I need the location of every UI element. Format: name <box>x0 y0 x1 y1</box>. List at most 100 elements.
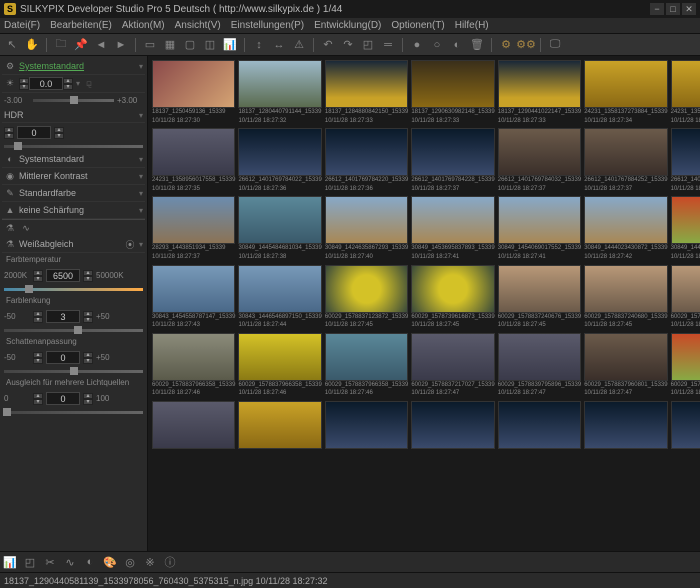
thumbnail-item[interactable]: 60029_1578837966358_15339 10/11/28 18:27… <box>671 333 700 398</box>
lens-icon[interactable]: ◎ <box>122 554 138 570</box>
thumbnail-image[interactable] <box>152 196 235 244</box>
thumbnail-item[interactable]: 24231_1358137278842_15339 10/11/28 18:27… <box>671 60 700 125</box>
grid-icon[interactable]: ▦ <box>162 37 178 53</box>
chevron-down-icon[interactable]: ▾ <box>76 79 80 88</box>
thumbnail-image[interactable] <box>238 60 321 108</box>
mark-3-icon[interactable]: ◐ <box>449 37 465 53</box>
trash-icon[interactable]: 🗑 <box>469 37 485 53</box>
picker-icon[interactable]: ⦿ <box>124 238 136 250</box>
opt-color[interactable]: Standardfarbe <box>19 188 136 198</box>
thumbnail-image[interactable] <box>411 401 494 449</box>
thumbnail-image[interactable] <box>498 265 581 313</box>
thumbnail-item[interactable]: 30843_1454558787147_15339 10/11/28 18:27… <box>152 265 235 330</box>
opt-sharpen[interactable]: keine Schärfung <box>19 205 136 215</box>
thumbnail-image[interactable] <box>584 265 667 313</box>
thumbnail-item[interactable]: 30849_1453695837893_15339 10/11/28 18:27… <box>411 196 494 261</box>
thumbnail-image[interactable] <box>671 128 700 176</box>
crop-icon[interactable]: ◰ <box>360 37 376 53</box>
thumbnail-item[interactable]: 18137_1250459136_15339 10/11/28 18:27:30 <box>152 60 235 125</box>
temp-slider[interactable] <box>4 288 143 291</box>
close-button[interactable]: ✕ <box>682 3 696 15</box>
info-icon[interactable]: ⓘ <box>162 554 178 570</box>
curve-icon[interactable]: ∿ <box>62 554 78 570</box>
thumbnail-item[interactable]: 60029_1578837966358_15339 10/11/28 18:27… <box>325 333 408 398</box>
thumbnail-item[interactable]: 24231_1358137273884_15339 10/11/28 18:27… <box>584 60 667 125</box>
toggle-b-icon[interactable]: ↔ <box>271 37 287 53</box>
thumbnail-image[interactable] <box>584 333 667 381</box>
chevron-down-icon[interactable]: ▾ <box>139 62 143 71</box>
lock-icon[interactable]: ⚼ <box>83 78 95 90</box>
menu-optionen[interactable]: Optionen(T) <box>391 20 444 31</box>
level-icon[interactable]: ═ <box>380 37 396 53</box>
thumbnail-image[interactable] <box>411 128 494 176</box>
thumbnail-item[interactable]: 60029_1578739616873_15339 10/11/28 18:27… <box>411 265 494 330</box>
thumbnail-image[interactable] <box>325 265 408 313</box>
chevron-down-icon[interactable]: ▾ <box>139 111 143 120</box>
brush-icon[interactable]: ✎ <box>4 187 16 199</box>
thumbnail-item[interactable]: 26612_1401767884203_15339 10/11/28 18:27… <box>671 128 700 193</box>
hdr-down[interactable]: ▾ <box>4 133 14 139</box>
thumbnail-image[interactable] <box>152 60 235 108</box>
rotate-right-icon[interactable]: ↷ <box>340 37 356 53</box>
thumbnail-item[interactable] <box>584 401 667 453</box>
thumbnail-item[interactable]: 60029_1578837966358_15339 10/11/28 18:27… <box>152 333 235 398</box>
thumbnail-item[interactable]: 60029_1578837240680_15339 10/11/28 18:27… <box>584 265 667 330</box>
thumbnail-image[interactable] <box>325 196 408 244</box>
temp-value[interactable]: 6500 <box>46 269 80 282</box>
minimize-button[interactable]: − <box>650 3 664 15</box>
gear-icon[interactable]: ⚙ <box>4 60 16 72</box>
thumbnail-item[interactable] <box>238 401 321 453</box>
thumbnail-image[interactable] <box>584 128 667 176</box>
thumbnail-image[interactable] <box>325 60 408 108</box>
thumbnail-image[interactable] <box>325 401 408 449</box>
thumbnail-image[interactable] <box>152 265 235 313</box>
thumbnail-item[interactable]: 26612_1401769784228_15339 10/11/28 18:27… <box>411 128 494 193</box>
thumbnail-image[interactable] <box>671 401 700 449</box>
thumbnail-image[interactable] <box>671 265 700 313</box>
exposure-slider[interactable] <box>33 99 114 102</box>
hdr-slider[interactable] <box>4 145 143 148</box>
thumbnail-image[interactable] <box>238 128 321 176</box>
thumbnail-item[interactable]: 30843_1446546897150_15339 10/11/28 18:27… <box>238 265 321 330</box>
toggle-a-icon[interactable]: ↕ <box>251 37 267 53</box>
menu-entwicklung[interactable]: Entwicklung(D) <box>314 20 381 31</box>
contrast-icon[interactable]: ◐ <box>4 153 16 165</box>
compare-icon[interactable]: ◫ <box>202 37 218 53</box>
chevron-down-icon[interactable]: ▾ <box>139 240 143 249</box>
thumbnail-item[interactable]: 26612_1401767884252_15339 10/11/28 18:27… <box>584 128 667 193</box>
exp-down2[interactable]: ▾ <box>63 84 73 90</box>
thumbnail-image[interactable] <box>152 128 235 176</box>
thumbnail-item[interactable]: 26612_1401769784220_15339 10/11/28 18:27… <box>325 128 408 193</box>
thumbnail-item[interactable]: 30849_1442344587127_15339 10/11/28 18:27… <box>671 196 700 261</box>
thumbnail-item[interactable]: 30849_1454069017552_15339 10/11/28 18:27… <box>498 196 581 261</box>
mark-1-icon[interactable]: ● <box>409 37 425 53</box>
thumbnail-image[interactable] <box>498 196 581 244</box>
next-icon[interactable]: ► <box>113 37 129 53</box>
single-icon[interactable]: ▢ <box>182 37 198 53</box>
menu-einstellungen[interactable]: Einstellungen(P) <box>231 20 304 31</box>
thumbnail-item[interactable] <box>152 401 235 453</box>
thumbnail-image[interactable] <box>152 333 235 381</box>
hdr-value[interactable]: 0 <box>17 126 51 139</box>
menu-aktion[interactable]: Aktion(M) <box>122 20 165 31</box>
thumbnail-image[interactable] <box>238 265 321 313</box>
thumbnail-item[interactable]: 30849_1445484681034_15339 10/11/28 18:27… <box>238 196 321 261</box>
multi-value[interactable]: 0 <box>46 392 80 405</box>
view-toggle-icon[interactable]: ▭ <box>142 37 158 53</box>
noise-icon[interactable]: ※ <box>142 554 158 570</box>
chevron-down-icon[interactable]: ▾ <box>139 172 143 181</box>
thumbnail-image[interactable] <box>498 60 581 108</box>
mark-2-icon[interactable]: ○ <box>429 37 445 53</box>
sharpen-icon[interactable]: ▲ <box>4 204 16 216</box>
thumbnail-image[interactable] <box>325 128 408 176</box>
thumbnail-image[interactable] <box>411 333 494 381</box>
thumbnail-image[interactable] <box>671 196 700 244</box>
thumbnail-item[interactable] <box>671 401 700 453</box>
thumbnail-item[interactable]: 28293_1443851934_15339 10/11/28 18:27:37 <box>152 196 235 261</box>
thumbnail-image[interactable] <box>584 401 667 449</box>
thumbnail-image[interactable] <box>152 401 235 449</box>
menu-bearbeiten[interactable]: Bearbeiten(E) <box>50 20 112 31</box>
thumbnail-image[interactable] <box>411 196 494 244</box>
prev-icon[interactable]: ◄ <box>93 37 109 53</box>
nav-icon[interactable]: ◰ <box>22 554 38 570</box>
